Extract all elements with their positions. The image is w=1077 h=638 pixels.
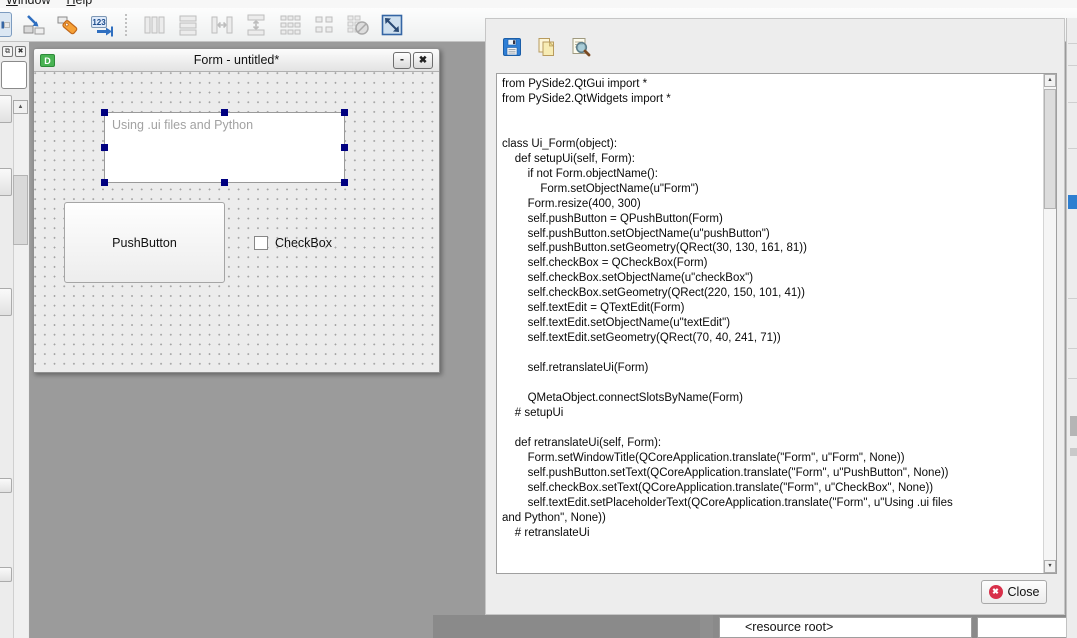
row-separator — [1068, 298, 1077, 299]
edit-buddies-icon[interactable] — [55, 12, 80, 37]
form-window-title: Form - untitled* — [34, 53, 439, 67]
scrollbar-thumb[interactable] — [13, 175, 28, 245]
menu-bar: Window Help — [0, 0, 1077, 8]
minimize-button[interactable]: - — [393, 52, 411, 69]
layout-vertical-icon — [175, 12, 200, 37]
menu-window[interactable]: Window — [6, 0, 50, 7]
scrollbar-thumb[interactable] — [1070, 416, 1077, 436]
generated-code[interactable]: from PySide2.QtGui import * from PySide2… — [502, 77, 1041, 571]
widget-category-row[interactable] — [0, 168, 12, 196]
close-x-icon: ✖ — [989, 585, 1003, 599]
selection-handle[interactable] — [101, 144, 108, 151]
scrollbar-thumb[interactable] — [1070, 448, 1077, 456]
view-code-dialog: from PySide2.QtGui import * from PySide2… — [485, 18, 1065, 615]
edit-tab-order-icon[interactable]: 123 — [89, 12, 114, 37]
break-layout-icon — [345, 12, 370, 37]
dialog-close-button[interactable]: ✖ Close — [981, 580, 1047, 604]
selection-handle[interactable] — [341, 109, 348, 116]
layout-grid-icon — [277, 12, 302, 37]
row-separator — [1068, 148, 1077, 149]
pushbutton-widget[interactable]: PushButton — [64, 202, 225, 283]
form-window-titlebar[interactable]: D Form - untitled* - ✖ — [34, 49, 439, 72]
widget-category-row[interactable] — [0, 478, 12, 493]
scroll-up-icon[interactable]: ▲ — [13, 100, 28, 114]
qt-designer-screen: { "menubar": { "window_label": "Window",… — [0, 0, 1077, 638]
dock-float-icon[interactable]: ⧉ — [2, 46, 13, 57]
code-dialog-toolbar — [499, 34, 593, 60]
row-separator — [1068, 348, 1077, 349]
dock-close-icon[interactable]: ✖ — [15, 46, 26, 57]
svg-text:123: 123 — [92, 18, 106, 27]
close-button-label: Close — [1008, 585, 1040, 599]
row-separator — [1068, 378, 1077, 379]
adjust-size-icon[interactable] — [379, 12, 404, 37]
scroll-down-icon[interactable]: ▼ — [1044, 560, 1056, 573]
checkbox-widget[interactable]: CheckBox — [254, 222, 355, 263]
selection-handle[interactable] — [341, 179, 348, 186]
row-separator — [1068, 102, 1077, 103]
selection-handle[interactable] — [221, 109, 228, 116]
resource-tree-panel[interactable]: <resource root> — [719, 617, 972, 638]
edit-signals-slots-icon[interactable] — [21, 12, 46, 37]
selected-row-highlight[interactable] — [1068, 195, 1077, 209]
resource-splitter[interactable] — [700, 612, 713, 638]
form-canvas[interactable]: Using .ui files and Python PushButton Ch… — [34, 72, 439, 372]
textedit-widget[interactable]: Using .ui files and Python — [104, 112, 345, 183]
selection-handle[interactable] — [341, 144, 348, 151]
layout-vertical-splitter-icon — [243, 12, 268, 37]
selection-handle[interactable] — [101, 179, 108, 186]
widget-category-row[interactable] — [0, 567, 12, 582]
selection-handle[interactable] — [101, 109, 108, 116]
save-icon[interactable] — [499, 34, 525, 60]
close-button[interactable]: ✖ — [413, 52, 433, 69]
selection-handle[interactable] — [221, 179, 228, 186]
menu-help[interactable]: Help — [66, 0, 92, 7]
scroll-up-icon[interactable]: ▲ — [1044, 74, 1056, 87]
edit-widgets-icon[interactable] — [0, 12, 12, 37]
code-view[interactable]: from PySide2.QtGui import * from PySide2… — [496, 73, 1057, 574]
toolbar-separator — [125, 14, 130, 36]
layout-horizontal-icon — [141, 12, 166, 37]
row-separator — [1068, 43, 1077, 44]
form-editor-window: D Form - untitled* - ✖ Using .ui files a… — [33, 48, 440, 373]
textedit-placeholder: Using .ui files and Python — [105, 113, 344, 137]
checkbox-box[interactable] — [254, 236, 268, 250]
row-separator — [1068, 65, 1077, 66]
resource-root-item[interactable]: <resource root> — [745, 620, 833, 634]
code-scrollbar[interactable]: ▲ ▼ — [1043, 74, 1056, 573]
widget-box-panel: ⧉ ✖ ▲ — [0, 42, 30, 638]
resource-list-panel[interactable] — [977, 617, 1077, 638]
layout-form-icon — [311, 12, 336, 37]
property-editor-sliver — [1066, 18, 1077, 638]
widget-filter-input[interactable] — [1, 61, 27, 89]
scrollbar-thumb[interactable] — [1044, 89, 1056, 209]
layout-horizontal-splitter-icon — [209, 12, 234, 37]
widget-category-row[interactable] — [0, 95, 12, 123]
find-icon[interactable] — [567, 34, 593, 60]
copy-icon[interactable] — [533, 34, 559, 60]
checkbox-label: CheckBox — [275, 236, 332, 250]
widget-category-row[interactable] — [0, 288, 12, 316]
